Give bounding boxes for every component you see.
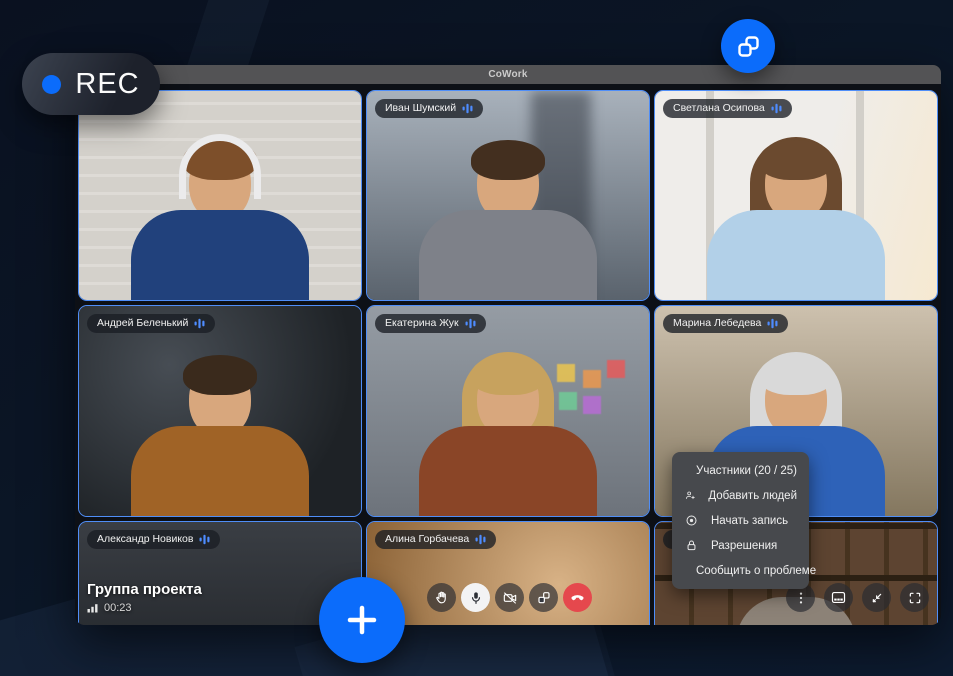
video-grid: Иван Шумский Светлана Осипова Андрей Бел… <box>75 84 941 625</box>
video-tile[interactable]: Екатерина Жук <box>366 305 650 517</box>
view-controls <box>786 583 929 612</box>
lock-icon <box>687 540 696 551</box>
plus-icon <box>347 605 377 635</box>
screen-share-icon <box>537 591 550 603</box>
audio-activity-icon <box>194 318 205 328</box>
menu-item-label: Сообщить о проблеме <box>696 564 817 577</box>
audio-activity-icon <box>475 534 486 544</box>
record-icon <box>686 515 697 526</box>
participant-name-pill: Александр Новиков <box>87 530 221 549</box>
microphone-button[interactable] <box>461 583 490 612</box>
group-title: Группа проекта <box>87 581 202 598</box>
participant-name-pill: Иван Шумский <box>375 99 484 118</box>
camera-off-icon <box>503 591 516 604</box>
raise-hand-icon <box>435 591 446 603</box>
participant-video <box>367 306 649 516</box>
participant-video <box>367 91 649 300</box>
video-tile[interactable]: Иван Шумский <box>366 90 650 301</box>
more-options-icon <box>799 592 802 603</box>
menu-item-participants[interactable]: Участники (20 / 25) <box>672 458 809 483</box>
video-tile[interactable]: Андрей Беленький <box>78 305 362 517</box>
call-controls <box>427 583 592 612</box>
participant-name: Алина Горбачева <box>385 533 470 545</box>
end-call-button[interactable] <box>563 583 592 612</box>
menu-item-add-people[interactable]: Добавить людей <box>672 483 809 508</box>
add-people-icon <box>686 491 695 500</box>
raise-hand-button[interactable] <box>427 583 456 612</box>
context-menu: Участники (20 / 25) Добавить людей Начат… <box>672 452 816 589</box>
picture-in-picture-button[interactable] <box>721 19 775 73</box>
participant-name: Андрей Беленький <box>97 317 189 329</box>
participant-name: Александр Новиков <box>97 533 194 545</box>
fullscreen-button[interactable] <box>900 583 929 612</box>
menu-item-report-problem[interactable]: Сообщить о проблеме <box>672 558 816 583</box>
camera-off-button[interactable] <box>495 583 524 612</box>
audio-activity-icon <box>771 103 782 113</box>
participant-video <box>79 91 361 300</box>
picture-in-picture-icon <box>737 35 759 57</box>
menu-item-label: Участники (20 / 25) <box>696 464 797 477</box>
add-button[interactable] <box>319 577 405 663</box>
menu-item-label: Разрешения <box>711 539 778 552</box>
participant-video <box>79 306 361 516</box>
participant-name-pill: Алина Горбачева <box>375 530 497 549</box>
collapse-button[interactable] <box>862 583 891 612</box>
end-call-icon <box>571 595 584 601</box>
participant-name-pill: Екатерина Жук <box>375 314 486 333</box>
video-tile[interactable]: Светлана Осипова <box>654 90 938 301</box>
layout-monitor-icon <box>831 591 846 604</box>
microphone-icon <box>471 591 480 604</box>
participant-name: Иван Шумский <box>385 102 457 114</box>
menu-item-permissions[interactable]: Разрешения <box>672 533 809 558</box>
menu-item-label: Добавить людей <box>708 489 797 502</box>
audio-activity-icon <box>767 318 778 328</box>
participant-name-pill: Марина Лебедева <box>663 314 789 333</box>
participant-name-pill: Светлана Осипова <box>663 99 792 118</box>
menu-item-start-recording[interactable]: Начать запись <box>672 508 809 533</box>
participant-name: Екатерина Жук <box>385 317 459 329</box>
video-tile[interactable] <box>78 90 362 301</box>
layout-monitor-button[interactable] <box>824 583 853 612</box>
participant-figure <box>746 602 846 625</box>
audio-activity-icon <box>465 318 476 328</box>
connection-signal-icon <box>87 604 98 613</box>
audio-activity-icon <box>199 534 210 544</box>
call-duration: 00:23 <box>104 602 132 614</box>
participant-video <box>655 91 937 300</box>
screen-share-button[interactable] <box>529 583 558 612</box>
participant-name: Марина Лебедева <box>673 317 762 329</box>
window-title: CoWork <box>488 69 528 80</box>
group-info: Группа проекта 00:23 <box>87 581 202 614</box>
recording-badge: REC <box>22 53 160 115</box>
menu-item-label: Начать запись <box>711 514 789 527</box>
collapse-icon <box>872 593 881 602</box>
recording-dot-icon <box>42 74 62 94</box>
app-window: CoWork Иван Шумский Светлана Осипова Анд… <box>75 65 941 625</box>
window-titlebar[interactable]: CoWork <box>75 65 941 84</box>
audio-activity-icon <box>462 103 473 113</box>
fullscreen-icon <box>909 592 920 603</box>
participant-name-pill: Андрей Беленький <box>87 314 216 333</box>
recording-label: REC <box>75 67 140 100</box>
participant-name: Светлана Осипова <box>673 102 765 114</box>
